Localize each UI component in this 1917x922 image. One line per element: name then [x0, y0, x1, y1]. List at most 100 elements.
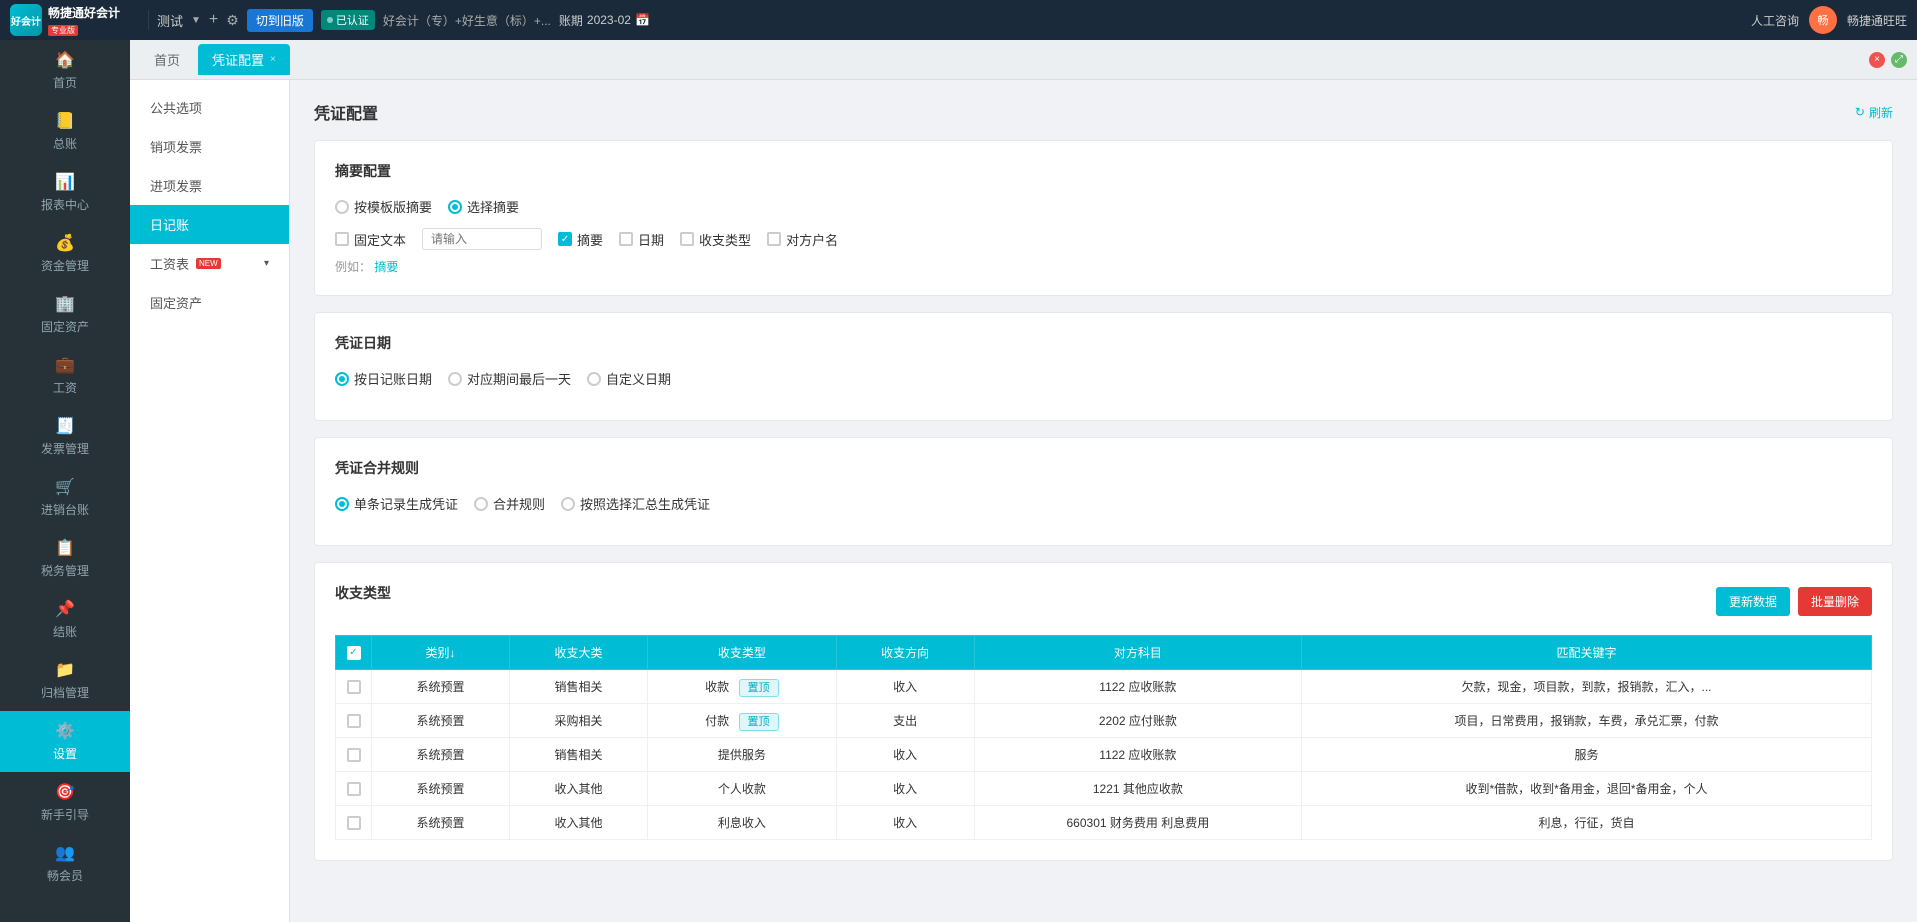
fixed-text-checkbox — [335, 232, 349, 246]
checkbox-summary[interactable]: ✓ 摘要 — [558, 230, 603, 249]
sub-nav-purchase-invoice[interactable]: 进项发票 — [130, 166, 289, 205]
row-checkbox-3[interactable] — [347, 782, 361, 796]
radio-period-last[interactable]: 对应期间最后一天 — [448, 369, 571, 388]
sub-nav-journal[interactable]: 日记账 — [130, 205, 289, 244]
tab-voucher-label: 凭证配置 — [212, 50, 264, 69]
sidebar-item-closing[interactable]: 📌 结账 — [0, 589, 130, 650]
logo-area: 好会计 畅捷通好会计 专业版 — [10, 4, 140, 36]
sub-nav-sales-invoice[interactable]: 销项发票 — [130, 127, 289, 166]
avatar[interactable]: 畅 — [1809, 6, 1837, 34]
fixed-text-input[interactable] — [422, 228, 542, 250]
sidebar-item-invoices[interactable]: 🧾 发票管理 — [0, 406, 130, 467]
merge-section: 凭证合并规则 单条记录生成凭证 合并规则 按照选择汇总生成凭证 — [314, 437, 1893, 546]
certified-tag: 已认证 — [321, 10, 375, 30]
checkbox-counterparty[interactable]: 对方户名 — [767, 230, 838, 249]
row-checkbox-1[interactable] — [347, 714, 361, 728]
sub-nav-fixed-assets[interactable]: 固定资产 — [130, 283, 289, 322]
certified-dot — [327, 17, 333, 23]
tab-bar: 首页 凭证配置 × × ⤢ — [130, 40, 1917, 80]
type-checkbox — [680, 232, 694, 246]
table-row: 系统预置 销售相关 提供服务 收入 1122 应收账款 服务 — [336, 738, 1872, 772]
window-maximize-button[interactable]: ⤢ — [1891, 52, 1907, 68]
sidebar-item-settings[interactable]: ⚙️ 设置 — [0, 711, 130, 772]
topbar: 好会计 畅捷通好会计 专业版 测试 ▼ + ⚙ 切到旧版 已认证 好会计（专）+… — [0, 0, 1917, 40]
batch-delete-button[interactable]: 批量删除 — [1798, 587, 1872, 616]
radio-select[interactable]: 选择摘要 — [448, 197, 519, 216]
add-button[interactable]: + — [209, 11, 218, 29]
closing-icon: 📌 — [55, 599, 75, 619]
window-controls: × ⤢ — [1869, 52, 1907, 68]
consult-button[interactable]: 人工咨询 — [1751, 12, 1799, 29]
radio-template[interactable]: 按模板版摘要 — [335, 197, 432, 216]
radio-summary-generate[interactable]: 按照选择汇总生成凭证 — [561, 494, 710, 513]
main-layout: 🏠 首页 📒 总账 📊 报表中心 💰 资金管理 🏢 固定资产 💼 工资 🧾 发票… — [0, 40, 1917, 922]
income-expense-section: 收支类型 更新数据 批量删除 ✓ 类别↓ — [314, 562, 1893, 861]
tab-close-icon[interactable]: × — [270, 54, 276, 65]
radio-merge-rule[interactable]: 合并规则 — [474, 494, 545, 513]
sidebar-item-archive[interactable]: 📁 归档管理 — [0, 650, 130, 711]
sub-nav-public[interactable]: 公共选项 — [130, 88, 289, 127]
reports-icon: 📊 — [55, 172, 75, 192]
row-checkbox-2[interactable] — [347, 748, 361, 762]
top-tag-0[interactable]: 置顶 — [739, 679, 779, 697]
sidebar-item-guide[interactable]: 🎯 新手引导 — [0, 772, 130, 833]
tab-home[interactable]: 首页 — [140, 44, 194, 75]
update-data-button[interactable]: 更新数据 — [1716, 587, 1790, 616]
sidebar-item-tax[interactable]: 📋 税务管理 — [0, 528, 130, 589]
radio-single-record[interactable]: 单条记录生成凭证 — [335, 494, 458, 513]
sidebar-item-salary[interactable]: 💼 工资 — [0, 345, 130, 406]
th-account: 对方科目 — [974, 636, 1301, 670]
sub-nav-payroll[interactable]: 工资表 NEW ▾ — [130, 244, 289, 283]
td-account-0: 1122 应收账款 — [974, 670, 1301, 704]
td-direction-2: 收入 — [836, 738, 974, 772]
td-category-1: 系统预置 — [372, 704, 510, 738]
radio-custom-date[interactable]: 自定义日期 — [587, 369, 671, 388]
td-account-2: 1122 应收账款 — [974, 738, 1301, 772]
sidebar-item-label: 发票管理 — [41, 440, 89, 457]
row-checkbox-0[interactable] — [347, 680, 361, 694]
settings-nav-icon: ⚙️ — [55, 721, 75, 741]
sidebar-item-member[interactable]: 👥 畅会员 — [0, 833, 130, 894]
tab-home-label: 首页 — [154, 50, 180, 69]
sidebar-item-assets[interactable]: 🏢 固定资产 — [0, 284, 130, 345]
ledger-icon: 📒 — [55, 111, 75, 131]
sidebar-item-label: 归档管理 — [41, 684, 89, 701]
row-checkbox-4[interactable] — [347, 816, 361, 830]
merge-radio-group: 单条记录生成凭证 合并规则 按照选择汇总生成凭证 — [335, 494, 1872, 513]
sidebar-item-funds[interactable]: 💰 资金管理 — [0, 223, 130, 284]
refresh-button[interactable]: ↻ 刷新 — [1855, 104, 1893, 121]
calendar-icon[interactable]: 📅 — [635, 13, 650, 27]
period-last-circle — [448, 372, 462, 386]
top-tag-1[interactable]: 置顶 — [739, 713, 779, 731]
summary-radio-group: 按模板版摘要 选择摘要 — [335, 197, 1872, 216]
td-keywords-2: 服务 — [1302, 738, 1872, 772]
single-record-circle — [335, 497, 349, 511]
radio-template-circle — [335, 200, 349, 214]
custom-date-circle — [587, 372, 601, 386]
tab-voucher-config[interactable]: 凭证配置 × — [198, 44, 290, 75]
td-category-4: 系统预置 — [372, 806, 510, 840]
window-close-button[interactable]: × — [1869, 52, 1885, 68]
settings-icon[interactable]: ⚙ — [226, 12, 239, 29]
sidebar-item-inout[interactable]: 🛒 进销台账 — [0, 467, 130, 528]
sidebar-item-ledger[interactable]: 📒 总账 — [0, 101, 130, 162]
checkbox-date[interactable]: 日期 — [619, 230, 664, 249]
td-main-type-0: 销售相关 — [510, 670, 648, 704]
th-keywords: 匹配关键字 — [1302, 636, 1872, 670]
period-info: 账期 2023-02 📅 — [559, 12, 650, 29]
main-panel: 凭证配置 ↻ 刷新 摘要配置 按模板版摘要 — [290, 80, 1917, 922]
sidebar-item-label: 税务管理 — [41, 562, 89, 579]
company-dropdown-arrow[interactable]: ▼ — [191, 15, 201, 26]
td-main-type-2: 销售相关 — [510, 738, 648, 772]
checkbox-type[interactable]: 收支类型 — [680, 230, 751, 249]
sidebar-item-home[interactable]: 🏠 首页 — [0, 40, 130, 101]
date-section-title: 凭证日期 — [335, 333, 1872, 353]
select-all-checkbox[interactable]: ✓ — [347, 646, 361, 660]
td-main-type-3: 收入其他 — [510, 772, 648, 806]
sidebar-item-reports[interactable]: 📊 报表中心 — [0, 162, 130, 223]
checkbox-fixed-text[interactable]: 固定文本 — [335, 230, 406, 249]
switch-version-button[interactable]: 切到旧版 — [247, 9, 313, 32]
td-keywords-0: 欠款，现金，项目款，到款，报销款，汇入，... — [1302, 670, 1872, 704]
td-type-4: 利息收入 — [648, 806, 837, 840]
radio-journal-date[interactable]: 按日记账日期 — [335, 369, 432, 388]
